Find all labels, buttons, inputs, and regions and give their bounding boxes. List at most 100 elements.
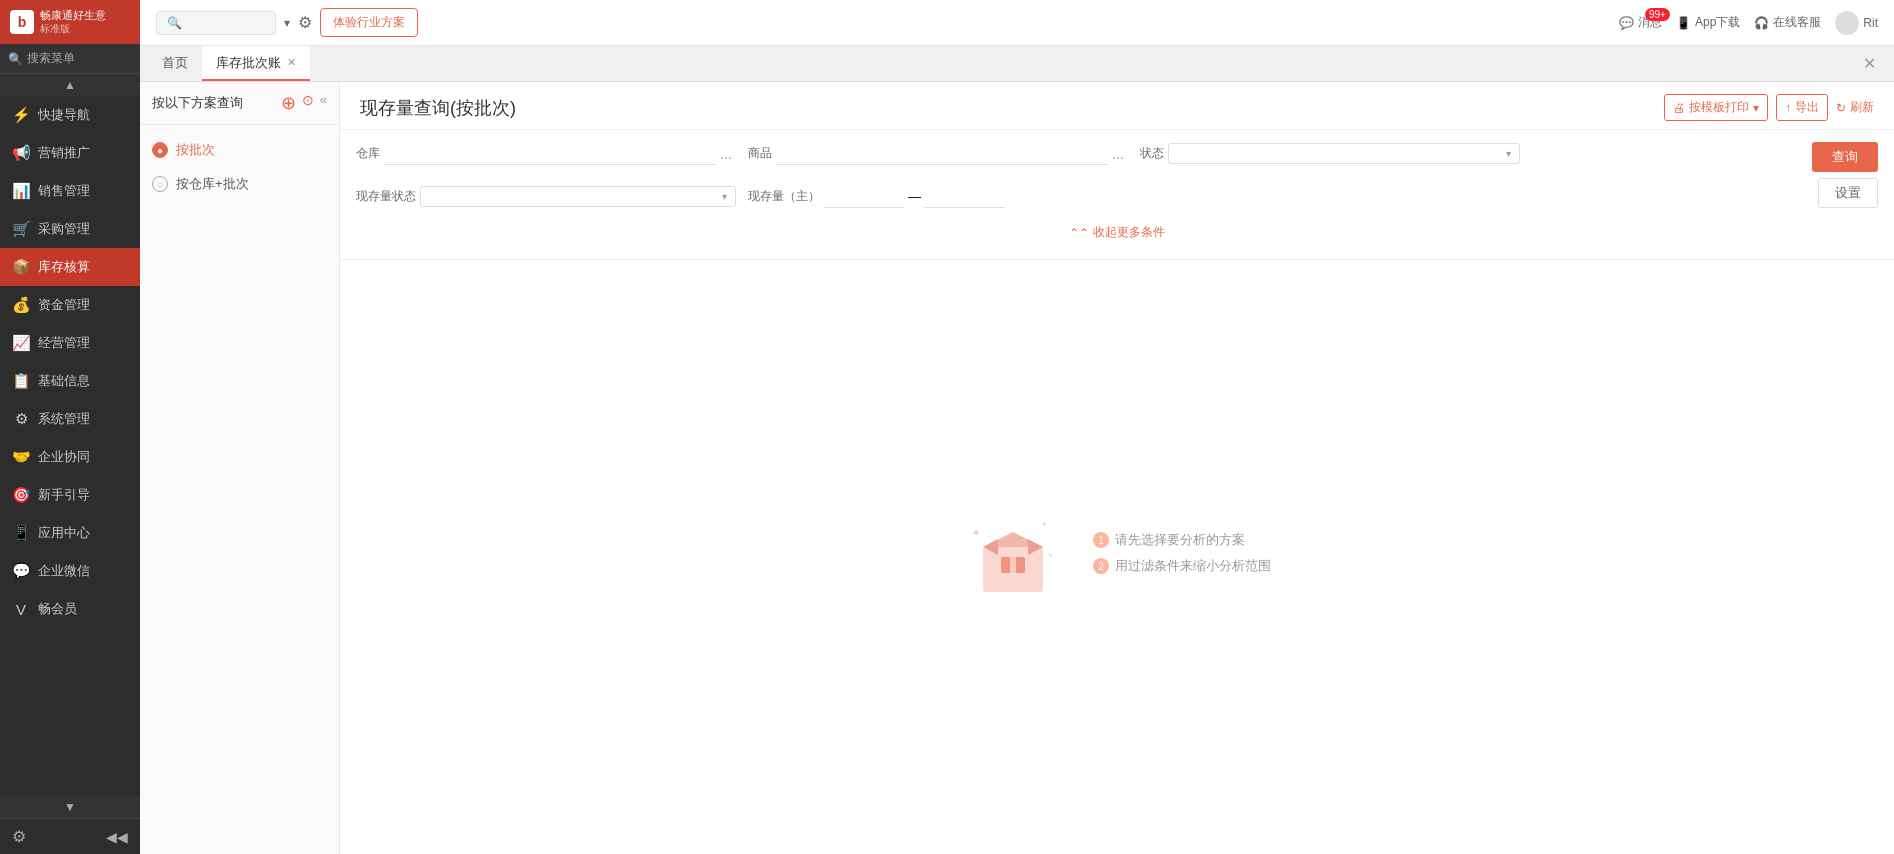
- sidebar-item-vip[interactable]: V 畅会员: [0, 590, 140, 628]
- topbar-gear-icon[interactable]: ⚙: [298, 13, 312, 32]
- status-select[interactable]: ▾: [1168, 143, 1520, 164]
- close-tab-button[interactable]: ✕: [1853, 46, 1886, 81]
- sidebar-item-label: 采购管理: [38, 220, 90, 238]
- sidebar-item-label: 企业微信: [38, 562, 90, 580]
- left-panel-title: 按以下方案查询: [152, 94, 243, 112]
- filter-product: 商品 ...: [748, 142, 1128, 165]
- collapse-left-icon[interactable]: «: [320, 92, 327, 114]
- sidebar-item-label: 快捷导航: [38, 106, 90, 124]
- sidebar-item-quick-nav[interactable]: ⚡ 快捷导航: [0, 96, 140, 134]
- hint-1: 1 请先选择要分析的方案: [1093, 531, 1271, 549]
- schema-active-dot: ●: [152, 142, 168, 158]
- experience-button[interactable]: 体验行业方案: [320, 8, 418, 37]
- print-icon: 🖨: [1673, 101, 1685, 115]
- settings-icon[interactable]: ⚙: [12, 827, 26, 846]
- svg-rect-5: [1010, 557, 1016, 573]
- refresh-button[interactable]: ↻ 刷新: [1836, 99, 1874, 116]
- print-button[interactable]: 🖨 按模板打印 ▾: [1664, 94, 1768, 121]
- app-download-button[interactable]: 📱 App下载: [1676, 14, 1740, 31]
- filter-warehouse: 仓库 ...: [356, 142, 736, 165]
- add-schema-button[interactable]: ⊕: [281, 92, 296, 114]
- refresh-icon: ↻: [1836, 101, 1846, 115]
- collapse-label: 收起更多条件: [1093, 224, 1165, 241]
- quick-nav-icon: ⚡: [12, 106, 30, 124]
- inventory-main-max[interactable]: [925, 185, 1005, 208]
- sidebar-nav: ⚡ 快捷导航 📢 营销推广 📊 销售管理 🛒 采购管理 📦 库存核算 💰 资金管…: [0, 96, 140, 796]
- inventory-main-min[interactable]: [824, 185, 904, 208]
- sidebar-item-operations[interactable]: 📈 经营管理: [0, 324, 140, 362]
- print-label: 按模板打印: [1689, 99, 1749, 116]
- inventory-main-range: —: [824, 185, 1128, 208]
- left-panel-header: 按以下方案查询 ⊕ ⊙ «: [140, 82, 339, 125]
- inventory-status-select[interactable]: ▾: [420, 186, 736, 207]
- filter-area: 仓库 ... 商品 ...: [340, 130, 1894, 260]
- online-service-button[interactable]: 🎧 在线客服: [1754, 14, 1821, 31]
- search-icon: 🔍: [8, 52, 23, 66]
- collapse-more-button[interactable]: ⌃⌃ 收起更多条件: [356, 218, 1878, 247]
- sidebar-item-newbie[interactable]: 🎯 新手引导: [0, 476, 140, 514]
- sidebar-item-system[interactable]: ⚙ 系统管理: [0, 400, 140, 438]
- schema-inactive-dot: ○: [152, 176, 168, 192]
- topbar-dropdown-icon[interactable]: ▾: [284, 16, 290, 30]
- sidebar-item-label: 销售管理: [38, 182, 90, 200]
- sidebar-item-label: 应用中心: [38, 524, 90, 542]
- sidebar-scroll-up[interactable]: ▲: [0, 74, 140, 96]
- close-tab-icon[interactable]: ✕: [287, 56, 296, 69]
- query-button[interactable]: 查询: [1812, 142, 1878, 172]
- sidebar-item-enterprise-wechat[interactable]: 💬 企业微信: [0, 552, 140, 590]
- left-panel-actions: ⊕ ⊙ «: [281, 92, 327, 114]
- tab-inventory-batch[interactable]: 库存批次账 ✕: [202, 46, 310, 81]
- vip-icon: V: [12, 601, 30, 618]
- export-label: 导出: [1795, 99, 1819, 116]
- sidebar-item-finance[interactable]: 💰 资金管理: [0, 286, 140, 324]
- search-icon: 🔍: [167, 16, 182, 30]
- main-area: 🔍 ▾ ⚙ 体验行业方案 💬 消息 99+ 📱 App下载 🎧 在线客服: [140, 0, 1894, 854]
- edition-label: 标准版: [40, 22, 106, 36]
- hint-2: 2 用过滤条件来缩小分析范围: [1093, 557, 1271, 575]
- filter-row-2: 现存量状态 ▾ 现存量（主）: [356, 185, 1800, 208]
- export-button[interactable]: ↑ 导出: [1776, 94, 1828, 121]
- tab-home[interactable]: 首页: [148, 46, 202, 81]
- sidebar-item-label: 经营管理: [38, 334, 90, 352]
- page-title: 现存量查询(按批次): [360, 96, 516, 120]
- avatar: [1835, 11, 1859, 35]
- phone-icon: 📱: [1676, 16, 1691, 30]
- topbar-search-box[interactable]: 🔍: [156, 11, 276, 35]
- sidebar-item-label: 畅会员: [38, 600, 77, 618]
- product-input[interactable]: [776, 142, 1108, 165]
- sidebar-item-label: 新手引导: [38, 486, 90, 504]
- sidebar-item-enterprise[interactable]: 🤝 企业协同: [0, 438, 140, 476]
- warehouse-filter-label: 仓库: [356, 145, 380, 162]
- sidebar-item-sales[interactable]: 📊 销售管理: [0, 172, 140, 210]
- collapse-sidebar-icon[interactable]: ◀◀: [106, 829, 128, 845]
- sidebar-item-basic-info[interactable]: 📋 基础信息: [0, 362, 140, 400]
- schema-item-by-warehouse-batch[interactable]: ○ 按仓库+批次: [140, 167, 339, 201]
- hint2-text: 用过滤条件来缩小分析范围: [1115, 557, 1271, 575]
- sidebar-item-purchase[interactable]: 🛒 采购管理: [0, 210, 140, 248]
- settings-button[interactable]: 设置: [1818, 178, 1878, 208]
- sidebar-item-label: 营销推广: [38, 144, 90, 162]
- sidebar-item-label: 资金管理: [38, 296, 90, 314]
- headset-icon: 🎧: [1754, 16, 1769, 30]
- warehouse-more-icon[interactable]: ...: [716, 146, 736, 162]
- warehouse-input[interactable]: [384, 142, 716, 165]
- system-icon: ⚙: [12, 410, 30, 428]
- schema-item-by-batch[interactable]: ● 按批次: [140, 133, 339, 167]
- user-menu[interactable]: Rit: [1835, 11, 1878, 35]
- messages-button[interactable]: 💬 消息 99+: [1619, 14, 1662, 31]
- empty-state: ✦ ✦ ★ 1 请先选择要分析的方案 2 用过滤条件来缩小分析范围: [340, 260, 1894, 854]
- filter-inventory-main: 现存量（主） —: [748, 185, 1128, 208]
- sidebar-header: b 畅康通好生意 标准版: [0, 0, 140, 44]
- product-more-icon[interactable]: ...: [1108, 146, 1128, 162]
- schema-settings-button[interactable]: ⊙: [302, 92, 314, 114]
- status-dropdown-icon: ▾: [1506, 148, 1511, 159]
- sidebar-item-marketing[interactable]: 📢 营销推广: [0, 134, 140, 172]
- sidebar-item-inventory[interactable]: 📦 库存核算: [0, 248, 140, 286]
- sidebar-search[interactable]: 🔍 搜索菜单: [0, 44, 140, 74]
- print-dropdown-icon[interactable]: ▾: [1753, 101, 1759, 115]
- export-icon: ↑: [1785, 101, 1791, 115]
- sidebar-item-app-center[interactable]: 📱 应用中心: [0, 514, 140, 552]
- sidebar-scroll-down[interactable]: ▼: [0, 796, 140, 818]
- range-separator: —: [908, 189, 921, 204]
- sidebar-item-label: 系统管理: [38, 410, 90, 428]
